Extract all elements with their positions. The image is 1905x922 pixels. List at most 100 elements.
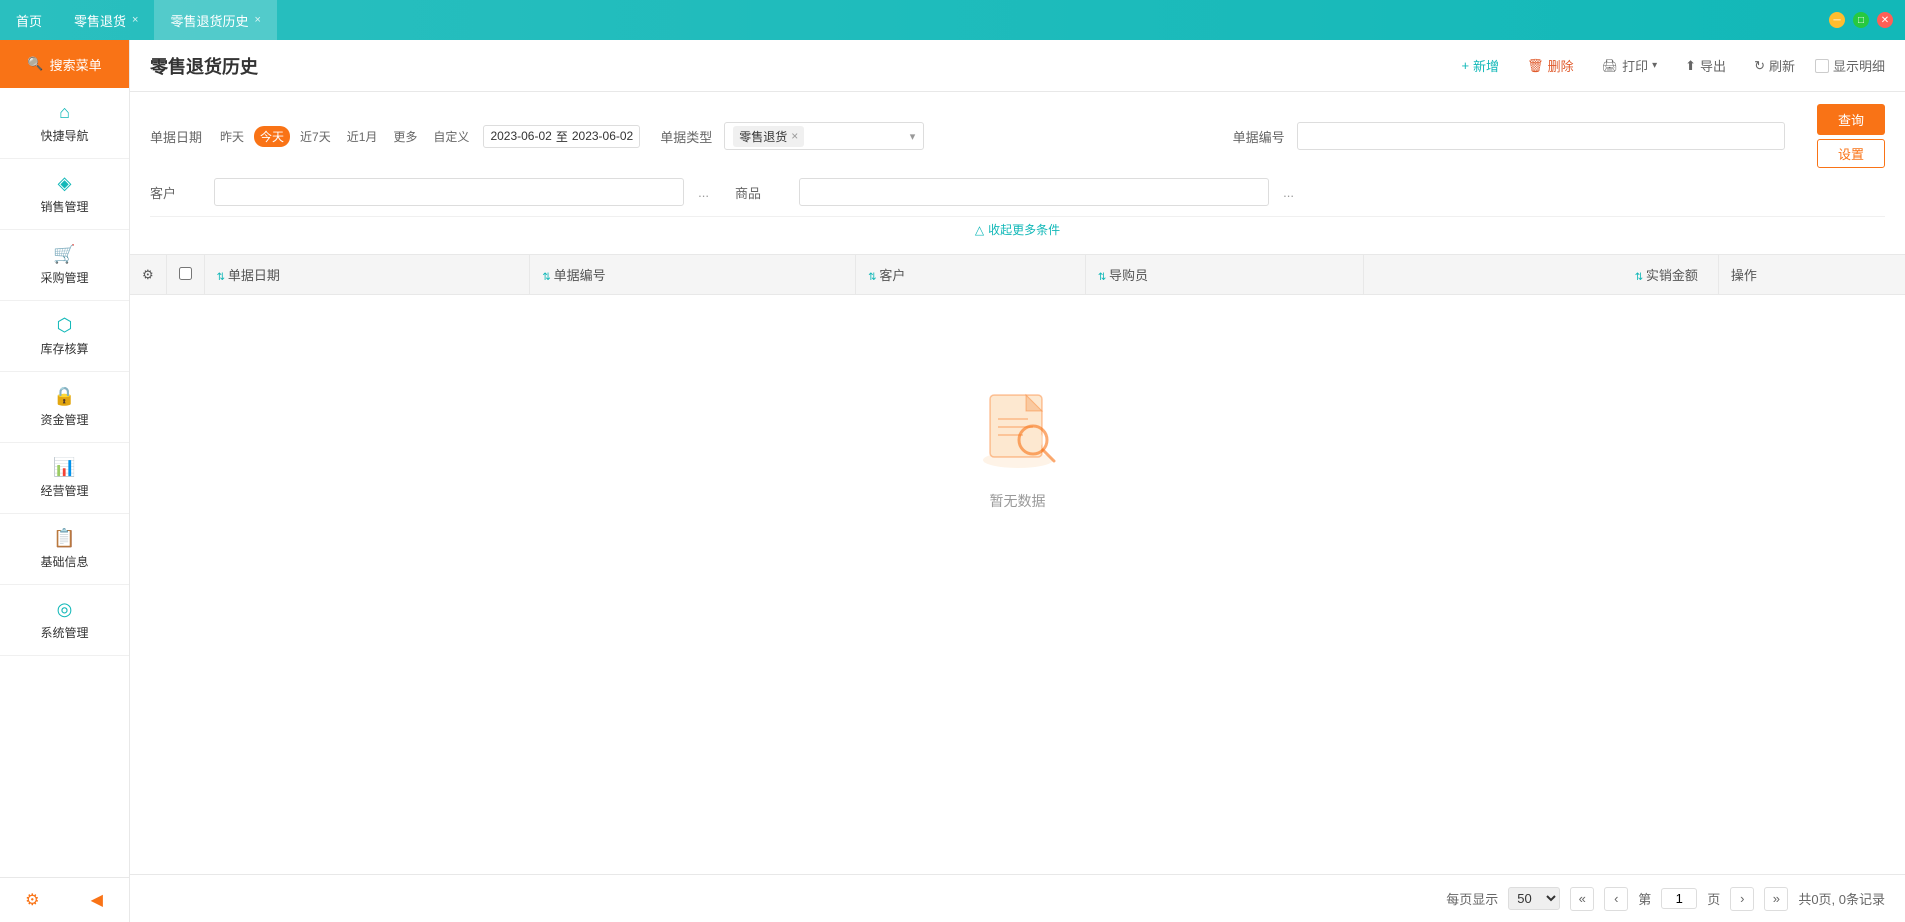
last-page-button[interactable]: » — [1764, 887, 1788, 911]
tab-retail-return-history[interactable]: 零售退货历史 × — [154, 0, 276, 40]
refresh-button[interactable]: ↻ 刷新 — [1746, 52, 1803, 79]
date-btn-more[interactable]: 更多 — [387, 126, 423, 147]
window-controls: ─ □ ✕ — [1817, 12, 1905, 28]
next-page-icon: › — [1740, 891, 1744, 906]
next-page-button[interactable]: › — [1730, 887, 1754, 911]
sales-icon: ◈ — [58, 173, 72, 194]
refresh-label: 刷新 — [1769, 56, 1795, 75]
type-dropdown-icon: ▾ — [910, 130, 916, 143]
date-btn-yesterday[interactable]: 昨天 — [214, 126, 250, 147]
th-date[interactable]: ⇅ 单据日期 — [204, 255, 530, 295]
page-prefix: 第 — [1638, 889, 1651, 908]
page-header: 零售退货历史 + 新增 🗑 删除 🖨 打印 ▾ ⬆ 导出 — [130, 40, 1905, 92]
print-button[interactable]: 🖨 打印 ▾ — [1594, 52, 1666, 79]
th-guide[interactable]: ⇅ 导购员 — [1085, 255, 1363, 295]
page-number-input[interactable] — [1661, 888, 1697, 909]
last-page-icon: » — [1773, 891, 1780, 906]
sidebar-collapse-button[interactable]: ◀ — [65, 878, 130, 922]
prev-page-button[interactable]: ‹ — [1604, 887, 1628, 911]
export-label: 导出 — [1700, 56, 1726, 75]
sidebar-item-system[interactable]: ◎ 系统管理 — [0, 585, 129, 656]
collapse-label: 收起更多条件 — [988, 221, 1060, 238]
sidebar-item-label: 系统管理 — [40, 624, 88, 641]
th-date-sort-icon: ⇅ — [217, 272, 228, 283]
sidebar-item-label: 采购管理 — [40, 269, 88, 286]
th-customer[interactable]: ⇅ 客户 — [856, 255, 1086, 295]
table-container: ⚙ ⇅ 单据日期 ⇅ 单据编号 ⇅ — [130, 255, 1905, 874]
type-chip-remove[interactable]: × — [791, 129, 798, 143]
tab-home[interactable]: 首页 — [0, 0, 58, 40]
select-all-checkbox[interactable] — [179, 267, 192, 280]
tab-retail-return-close[interactable]: × — [132, 14, 138, 26]
id-filter-input[interactable] — [1297, 122, 1785, 150]
prev-page-icon: ‹ — [1614, 891, 1618, 906]
query-set-area: 查询 设置 — [1817, 104, 1885, 168]
table-header: ⚙ ⇅ 单据日期 ⇅ 单据编号 ⇅ — [130, 255, 1905, 295]
sidebar-item-sales[interactable]: ◈ 销售管理 — [0, 159, 129, 230]
sidebar-item-inventory[interactable]: ⬡ 库存核算 — [0, 301, 129, 372]
customer-label: 客户 — [150, 183, 206, 202]
th-checkbox[interactable] — [166, 255, 204, 295]
collapse-icon: ◀ — [91, 890, 103, 910]
refresh-icon: ↻ — [1754, 58, 1765, 74]
goods-input[interactable] — [799, 178, 1269, 206]
minimize-button[interactable]: ─ — [1829, 12, 1845, 28]
collapse-icon: △ — [975, 223, 984, 237]
tab-retail-return-history-label: 零售退货历史 — [170, 11, 248, 30]
page-suffix: 页 — [1707, 889, 1720, 908]
new-button[interactable]: + 新增 — [1453, 52, 1507, 79]
customer-ellipsis[interactable]: ... — [692, 185, 715, 200]
date-btn-custom[interactable]: 自定义 — [427, 126, 475, 147]
print-icon: 🖨 — [1602, 58, 1619, 74]
page-size-label: 每页显示 — [1446, 889, 1498, 908]
th-guide-sort-icon: ⇅ — [1098, 272, 1109, 283]
page-size-select[interactable]: 50 10 20 100 — [1508, 887, 1560, 910]
tab-retail-return-label: 零售退货 — [74, 11, 126, 30]
set-button[interactable]: 设置 — [1817, 139, 1885, 168]
first-page-button[interactable]: « — [1570, 887, 1594, 911]
maximize-button[interactable]: □ — [1853, 12, 1869, 28]
id-filter: 单据编号 — [1233, 122, 1785, 150]
sidebar-item-finance[interactable]: 🔒 资金管理 — [0, 372, 129, 443]
th-settings[interactable]: ⚙ — [130, 255, 166, 295]
tab-home-label: 首页 — [16, 11, 42, 30]
show-detail-toggle[interactable]: 显示明细 — [1815, 56, 1885, 75]
header-actions: + 新增 🗑 删除 🖨 打印 ▾ ⬆ 导出 ↻ 刷新 — [1453, 52, 1885, 79]
date-btn-today[interactable]: 今天 — [254, 126, 290, 147]
goods-ellipsis[interactable]: ... — [1277, 185, 1300, 200]
export-button[interactable]: ⬆ 导出 — [1677, 52, 1734, 79]
print-label: 打印 — [1622, 56, 1648, 75]
customer-input[interactable] — [214, 178, 684, 206]
new-label: 新增 — [1473, 56, 1499, 75]
th-no[interactable]: ⇅ 单据编号 — [530, 255, 856, 295]
date-input-group[interactable]: 2023-06-02 至 2023-06-02 — [483, 125, 640, 148]
purchase-icon: 🛒 — [53, 244, 75, 265]
sidebar-item-label: 快捷导航 — [40, 127, 88, 144]
tab-retail-return[interactable]: 零售退货 × — [58, 0, 154, 40]
sidebar-item-basic-info[interactable]: 📋 基础信息 — [0, 514, 129, 585]
date-filter: 单据日期 昨天 今天 近7天 近1月 更多 自定义 2023-06-02 至 2… — [150, 125, 640, 148]
sidebar-item-label: 销售管理 — [40, 198, 88, 215]
top-bar: 首页 零售退货 × 零售退货历史 × ─ □ ✕ — [0, 0, 1905, 40]
content-area: 零售退货历史 + 新增 🗑 删除 🖨 打印 ▾ ⬆ 导出 — [130, 40, 1905, 922]
sidebar-item-purchase[interactable]: 🛒 采购管理 — [0, 230, 129, 301]
date-btn-1month[interactable]: 近1月 — [341, 126, 384, 147]
sidebar-search[interactable]: 🔍 搜索菜单 — [0, 40, 129, 88]
collapse-filter-button[interactable]: △ 收起更多条件 — [150, 216, 1885, 242]
tab-retail-return-history-close[interactable]: × — [254, 14, 260, 26]
close-window-button[interactable]: ✕ — [1877, 12, 1893, 28]
data-table: ⚙ ⇅ 单据日期 ⇅ 单据编号 ⇅ — [130, 255, 1905, 571]
sidebar-settings-button[interactable]: ⚙ — [0, 878, 65, 922]
sidebar-item-quick-nav[interactable]: ⌂ 快捷导航 — [0, 88, 129, 159]
type-filter-select[interactable]: 零售退货 × ▾ — [724, 122, 924, 150]
delete-button[interactable]: 🗑 删除 — [1519, 52, 1582, 79]
query-button[interactable]: 查询 — [1817, 104, 1885, 135]
sidebar-item-label: 库存核算 — [40, 340, 88, 357]
inventory-icon: ⬡ — [57, 315, 73, 336]
sidebar-search-label: 搜索菜单 — [50, 55, 102, 74]
date-btn-7days[interactable]: 近7天 — [294, 126, 337, 147]
delete-icon: 🗑 — [1527, 58, 1544, 74]
sidebar-item-operations[interactable]: 📊 经营管理 — [0, 443, 129, 514]
th-amount[interactable]: ⇅ 实销金额 — [1363, 255, 1718, 295]
show-detail-checkbox[interactable] — [1815, 59, 1829, 73]
